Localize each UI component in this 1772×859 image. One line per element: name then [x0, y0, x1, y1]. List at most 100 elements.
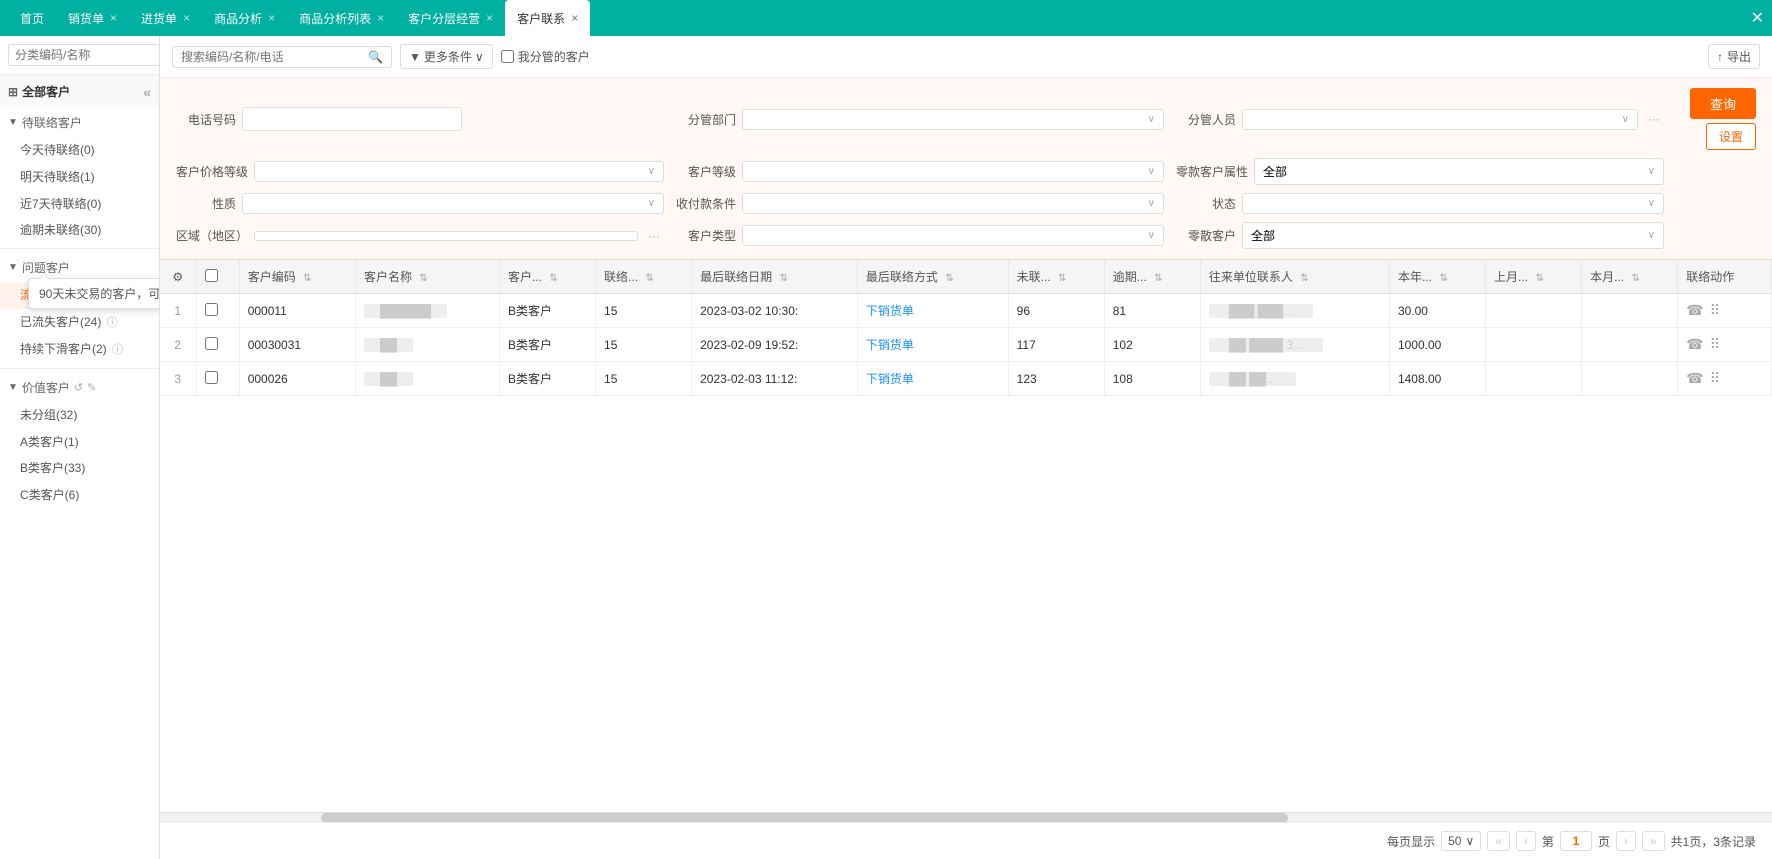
search-input[interactable] — [181, 50, 368, 64]
sidebar-item-tomorrow[interactable]: 明天待联络(1) — [0, 164, 159, 191]
more-actions-icon[interactable]: ⠿ — [1710, 370, 1720, 387]
sidebar-item-overdue[interactable]: 逾期未联络(30) — [0, 217, 159, 244]
row-this-year: 1408.00 — [1389, 362, 1485, 396]
col-name[interactable]: 客户名称 ⇅ — [355, 260, 499, 294]
sidebar-item-declining[interactable]: 持续下滑客户(2) ⓘ — [0, 336, 159, 363]
sidebar-group-value[interactable]: ▼ 价值客户 ↺ ✎ — [0, 373, 159, 402]
sidebar-item-today[interactable]: 今天待联络(0) — [0, 137, 159, 164]
price-level-select[interactable]: ∨ — [254, 161, 664, 182]
col-this-year[interactable]: 本年... ⇅ — [1389, 260, 1485, 294]
tab-sales[interactable]: 销货单 × — [56, 0, 129, 36]
zero-attr-label: 零款客户属性 — [1176, 163, 1248, 180]
row-last-method[interactable]: 下销货单 — [857, 362, 1008, 396]
last-method-link[interactable]: 下销货单 — [866, 372, 914, 386]
col-contacts[interactable]: 联络... ⇅ — [596, 260, 692, 294]
export-button[interactable]: ↑ 导出 — [1708, 44, 1760, 69]
more-icon[interactable]: ··· — [1644, 112, 1664, 126]
sidebar-item-a-class[interactable]: A类客户(1) — [0, 429, 159, 456]
last-method-link[interactable]: 下销货单 — [866, 338, 914, 352]
last-page-button[interactable]: » — [1642, 831, 1665, 851]
sidebar-item-churned[interactable]: 已流失客户(24) ⓘ — [0, 309, 159, 336]
col-code[interactable]: 客户编码 ⇅ — [239, 260, 355, 294]
query-button[interactable]: 查询 — [1690, 88, 1756, 119]
col-last-method[interactable]: 最后联络方式 ⇅ — [857, 260, 1008, 294]
edit-icon[interactable]: ✎ — [87, 381, 96, 394]
select-all-checkbox[interactable] — [205, 269, 218, 282]
row-name: ██ — [355, 362, 499, 396]
prev-page-button[interactable]: ‹ — [1516, 831, 1536, 851]
sidebar-item-7days[interactable]: 近7天待联络(0) — [0, 191, 159, 218]
close-icon[interactable]: × — [268, 11, 275, 25]
col-settings[interactable]: ⚙ — [160, 260, 196, 294]
area-more-icon[interactable]: ··· — [644, 229, 664, 243]
tab-customer-layer[interactable]: 客户分层经营 × — [396, 0, 505, 36]
status-select[interactable]: ∨ — [1242, 193, 1664, 214]
collapse-icon[interactable]: « — [143, 84, 151, 100]
sidebar-group-pending[interactable]: ▼ 待联络客户 — [0, 108, 159, 137]
col-contact-person[interactable]: 往来单位联系人 ⇅ — [1200, 260, 1389, 294]
sidebar-all-customers[interactable]: ⊞ 全部客户 « — [0, 75, 159, 108]
col-last-date[interactable]: 最后联络日期 ⇅ — [692, 260, 858, 294]
col-type[interactable]: 客户... ⇅ — [499, 260, 595, 294]
gender-select[interactable]: ∨ — [242, 193, 664, 214]
close-icon[interactable]: × — [486, 11, 493, 25]
row-checkbox[interactable] — [196, 328, 239, 362]
tab-home[interactable]: 首页 — [8, 0, 56, 36]
more-actions-icon[interactable]: ⠿ — [1710, 336, 1720, 353]
close-all-icon[interactable]: ✕ — [1751, 8, 1764, 28]
row-last-method[interactable]: 下销货单 — [857, 294, 1008, 328]
sidebar-item-b-class[interactable]: B类客户(33) — [0, 455, 159, 482]
my-customers-checkbox[interactable] — [501, 50, 514, 63]
person-select[interactable]: ∨ — [1242, 109, 1638, 130]
more-actions-icon[interactable]: ⠿ — [1710, 302, 1720, 319]
close-icon[interactable]: × — [110, 11, 117, 25]
row-checkbox[interactable] — [196, 294, 239, 328]
last-method-link[interactable]: 下销货单 — [866, 304, 914, 318]
sidebar-item-c-class[interactable]: C类客户(6) — [0, 482, 159, 509]
customer-type-select[interactable]: ∨ — [742, 225, 1164, 246]
zero-customer-select[interactable]: 全部 ∨ — [1242, 222, 1664, 249]
close-icon[interactable]: × — [571, 11, 578, 25]
area-select[interactable] — [254, 231, 638, 241]
row-last-method[interactable]: 下销货单 — [857, 328, 1008, 362]
row-last-month — [1486, 294, 1582, 328]
search-icon[interactable]: 🔍 — [368, 50, 383, 64]
page-input[interactable] — [1560, 831, 1592, 851]
zero-attr-select[interactable]: 全部 ∨ — [1254, 158, 1664, 185]
tab-analysis[interactable]: 商品分析 × — [202, 0, 287, 36]
col-uncontacted[interactable]: 未联... ⇅ — [1008, 260, 1104, 294]
person-label: 分管人员 — [1176, 111, 1236, 128]
customer-level-select[interactable]: ∨ — [742, 161, 1164, 182]
sidebar-item-ungrouped[interactable]: 未分组(32) — [0, 402, 159, 429]
search-input-wrap: 🔍 — [172, 46, 392, 68]
contact-icon[interactable]: ☎ — [1686, 336, 1703, 353]
chevron-down-icon: ∨ — [648, 198, 655, 209]
settings-button[interactable]: 设置 — [1706, 123, 1756, 150]
tab-customer-contact[interactable]: 客户联系 × — [505, 0, 590, 36]
tab-purchase[interactable]: 进货单 × — [129, 0, 202, 36]
col-overdue[interactable]: 逾期... ⇅ — [1104, 260, 1200, 294]
page-size-select[interactable]: 50 ∨ — [1441, 831, 1481, 851]
row-code: 000011 — [239, 294, 355, 328]
row-overdue: 108 — [1104, 362, 1200, 396]
close-icon[interactable]: × — [183, 11, 190, 25]
sidebar-search-input[interactable] — [8, 44, 160, 66]
dept-select[interactable]: ∨ — [742, 109, 1164, 130]
col-last-month[interactable]: 上月... ⇅ — [1486, 260, 1582, 294]
more-conditions-button[interactable]: ▼ 更多条件 ∨ — [400, 44, 493, 69]
contact-icon[interactable]: ☎ — [1686, 370, 1703, 387]
tab-analysis-list[interactable]: 商品分析列表 × — [287, 0, 396, 36]
payment-select[interactable]: ∨ — [742, 193, 1164, 214]
col-this-month[interactable]: 本月... ⇅ — [1582, 260, 1678, 294]
row-checkbox[interactable] — [196, 362, 239, 396]
phone-input[interactable] — [242, 107, 462, 131]
next-page-button[interactable]: › — [1616, 831, 1636, 851]
col-checkbox[interactable] — [196, 260, 239, 294]
close-icon[interactable]: × — [377, 11, 384, 25]
horizontal-scrollbar[interactable] — [160, 812, 1772, 822]
refresh-icon[interactable]: ↺ — [74, 381, 83, 394]
first-page-button[interactable]: « — [1487, 831, 1510, 851]
contact-icon[interactable]: ☎ — [1686, 302, 1703, 319]
row-contact-person: ██ ████ 3... — [1200, 328, 1389, 362]
search-bar: 🔍 ▼ 更多条件 ∨ 我分管的客户 ↑ 导出 — [160, 36, 1772, 78]
